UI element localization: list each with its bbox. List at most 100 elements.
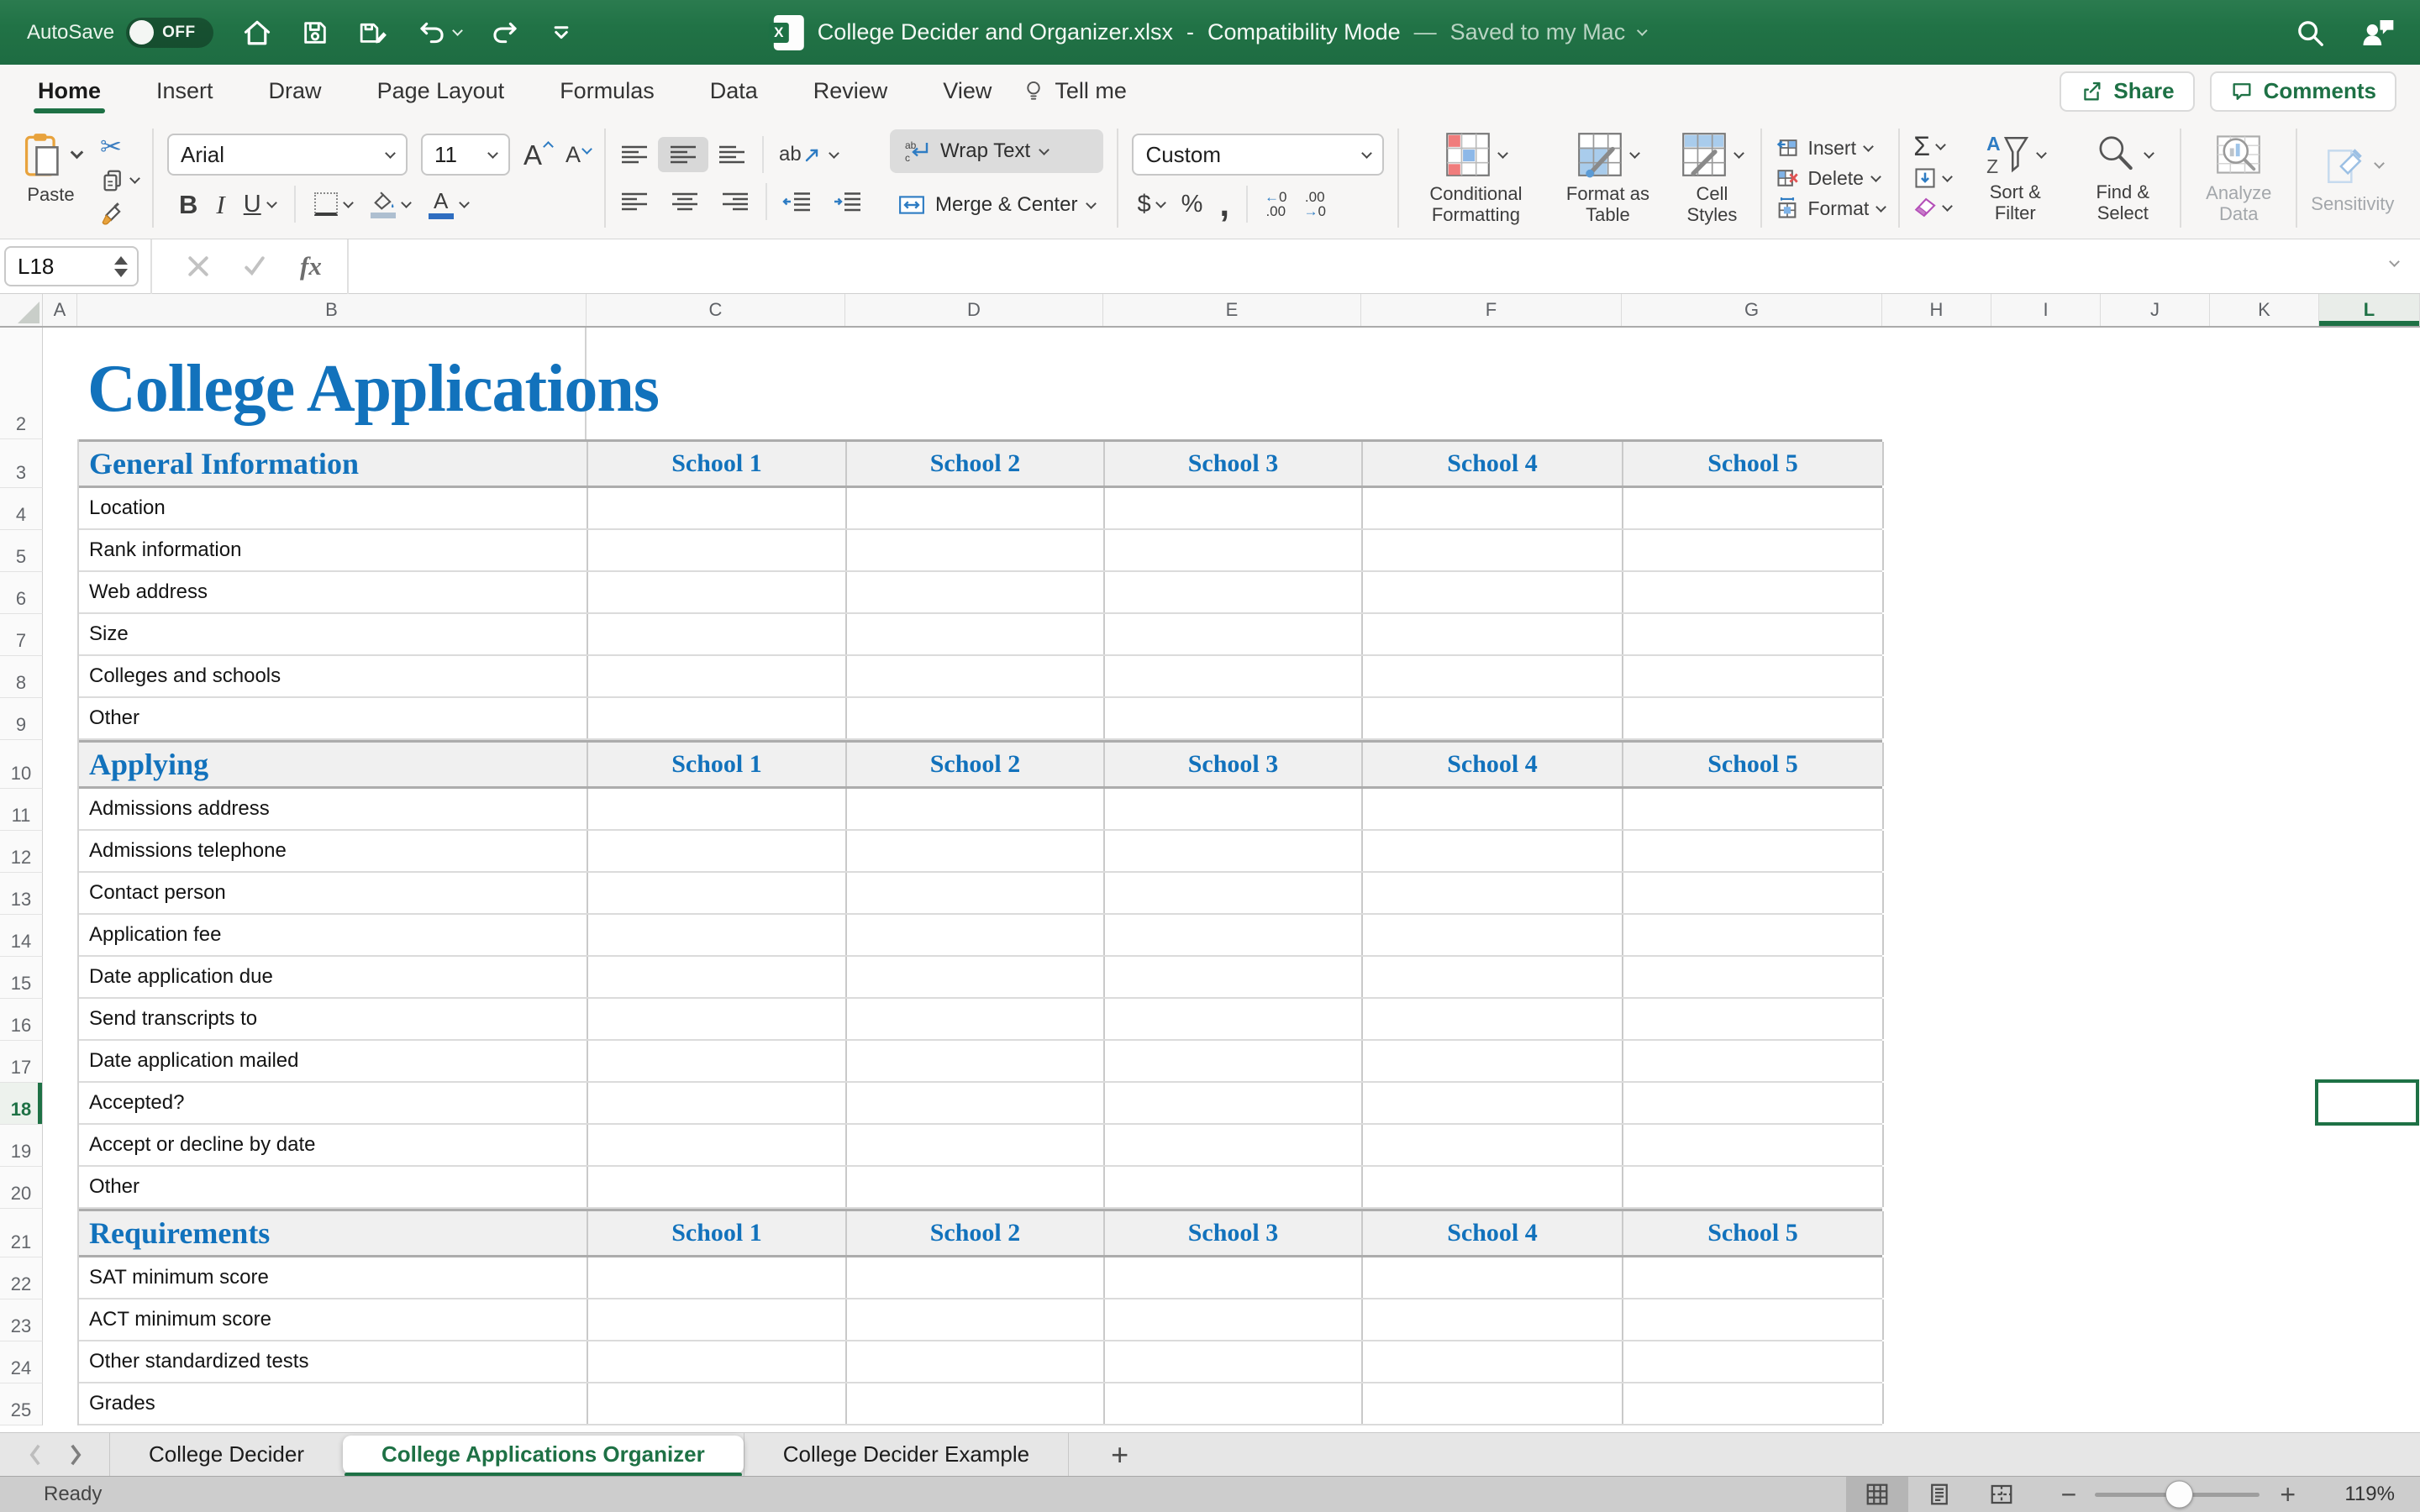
data-cell[interactable] bbox=[1363, 1125, 1623, 1165]
data-cell[interactable] bbox=[1105, 915, 1363, 955]
find-select-button[interactable]: Find & Select bbox=[2079, 133, 2166, 223]
number-format-select[interactable]: Custom bbox=[1132, 134, 1385, 176]
share-button[interactable]: Share bbox=[2060, 71, 2195, 112]
data-cell[interactable] bbox=[847, 1383, 1105, 1424]
fill-button[interactable] bbox=[1913, 167, 1954, 189]
page-layout-view-button[interactable] bbox=[1908, 1477, 1970, 1512]
analyze-data-button[interactable]: Analyze Data bbox=[2195, 132, 2282, 224]
align-middle-button[interactable] bbox=[658, 137, 709, 172]
data-cell[interactable] bbox=[1623, 789, 1884, 829]
data-cell[interactable] bbox=[847, 957, 1105, 997]
data-cell[interactable] bbox=[1623, 1167, 1884, 1207]
sensitivity-button[interactable]: Sensitivity bbox=[2311, 143, 2394, 214]
data-cell[interactable] bbox=[1363, 1383, 1623, 1424]
borders-button[interactable] bbox=[313, 192, 354, 216]
data-cell[interactable] bbox=[588, 1383, 847, 1424]
data-cell[interactable] bbox=[847, 530, 1105, 570]
row-header-5[interactable]: 5 bbox=[0, 530, 43, 572]
data-cell[interactable] bbox=[1363, 1341, 1623, 1382]
data-cell[interactable] bbox=[588, 1257, 847, 1298]
data-cell[interactable] bbox=[847, 698, 1105, 738]
data-cell[interactable] bbox=[1105, 1125, 1363, 1165]
selected-cell-L18[interactable] bbox=[2315, 1079, 2419, 1126]
data-cell[interactable] bbox=[1623, 614, 1884, 654]
align-right-icon[interactable] bbox=[720, 191, 750, 213]
data-cell[interactable] bbox=[1623, 873, 1884, 913]
clear-button[interactable] bbox=[1913, 197, 1954, 218]
data-cell[interactable] bbox=[1363, 614, 1623, 654]
data-cell[interactable] bbox=[588, 1041, 847, 1081]
data-cell[interactable] bbox=[588, 614, 847, 654]
data-cell[interactable] bbox=[588, 698, 847, 738]
column-header-B[interactable]: B bbox=[77, 294, 587, 326]
decrease-font-button[interactable]: A bbox=[566, 143, 592, 166]
data-cell[interactable] bbox=[1105, 572, 1363, 612]
name-box-stepper[interactable] bbox=[110, 255, 137, 277]
data-cell[interactable] bbox=[1105, 656, 1363, 696]
data-cell[interactable] bbox=[588, 1125, 847, 1165]
row-header-2[interactable]: 2 bbox=[0, 328, 43, 439]
underline-button[interactable]: U bbox=[244, 192, 277, 217]
cancel-icon[interactable] bbox=[187, 255, 209, 277]
row-header-21[interactable]: 21 bbox=[0, 1209, 43, 1257]
data-cell[interactable] bbox=[847, 789, 1105, 829]
data-cell[interactable] bbox=[1363, 656, 1623, 696]
ribbon-tab-data[interactable]: Data bbox=[682, 65, 786, 118]
data-cell[interactable] bbox=[1105, 873, 1363, 913]
data-cell[interactable] bbox=[1363, 1257, 1623, 1298]
data-cell[interactable] bbox=[1363, 1083, 1623, 1123]
column-header-E[interactable]: E bbox=[1103, 294, 1361, 326]
sort-filter-button[interactable]: A Z Sort & Filter bbox=[1971, 133, 2059, 223]
save-as-icon[interactable] bbox=[358, 18, 388, 47]
data-cell[interactable] bbox=[588, 873, 847, 913]
row-header-4[interactable]: 4 bbox=[0, 488, 43, 530]
wrap-text-button[interactable]: ab c Wrap Text bbox=[890, 129, 1104, 173]
data-cell[interactable] bbox=[1363, 1167, 1623, 1207]
column-header-F[interactable]: F bbox=[1361, 294, 1622, 326]
stepper-up-icon[interactable] bbox=[114, 255, 128, 265]
page-break-view-button[interactable] bbox=[1970, 1477, 2033, 1512]
ribbon-tab-page-layout[interactable]: Page Layout bbox=[350, 65, 533, 118]
data-cell[interactable] bbox=[847, 572, 1105, 612]
row-header-8[interactable]: 8 bbox=[0, 656, 43, 698]
data-cell[interactable] bbox=[1105, 530, 1363, 570]
data-cell[interactable] bbox=[588, 1341, 847, 1382]
ribbon-tab-home[interactable]: Home bbox=[10, 65, 129, 118]
data-cell[interactable] bbox=[847, 915, 1105, 955]
enter-icon[interactable] bbox=[243, 255, 266, 277]
data-cell[interactable] bbox=[847, 1257, 1105, 1298]
row-header-9[interactable]: 9 bbox=[0, 698, 43, 740]
autosave-toggle[interactable]: AutoSave OFF bbox=[27, 17, 214, 48]
data-cell[interactable] bbox=[847, 1041, 1105, 1081]
data-cell[interactable] bbox=[1105, 1257, 1363, 1298]
row-header-16[interactable]: 16 bbox=[0, 999, 43, 1041]
insert-function-button[interactable]: fx bbox=[300, 251, 322, 281]
data-cell[interactable] bbox=[1105, 1083, 1363, 1123]
data-cell[interactable] bbox=[1105, 1341, 1363, 1382]
column-header-K[interactable]: K bbox=[2210, 294, 2319, 326]
zoom-slider-thumb[interactable] bbox=[2165, 1480, 2194, 1509]
home-icon[interactable] bbox=[242, 18, 272, 48]
font-name-select[interactable]: Arial bbox=[167, 134, 408, 176]
data-cell[interactable] bbox=[588, 530, 847, 570]
add-sheet-button[interactable]: + bbox=[1097, 1439, 1142, 1470]
data-cell[interactable] bbox=[847, 656, 1105, 696]
paste-button[interactable]: Paste bbox=[20, 130, 84, 205]
format-as-table-button[interactable]: Format as Table bbox=[1560, 131, 1655, 225]
stepper-down-icon[interactable] bbox=[114, 268, 128, 277]
data-cell[interactable] bbox=[847, 1299, 1105, 1340]
row-header-14[interactable]: 14 bbox=[0, 915, 43, 957]
comments-button[interactable]: Comments bbox=[2209, 71, 2396, 112]
ribbon-tab-review[interactable]: Review bbox=[786, 65, 916, 118]
data-cell[interactable] bbox=[1363, 488, 1623, 528]
title-row[interactable]: College Applications bbox=[77, 328, 1882, 439]
data-cell[interactable] bbox=[1623, 999, 1884, 1039]
data-cell[interactable] bbox=[1623, 1083, 1884, 1123]
data-cell[interactable] bbox=[1623, 915, 1884, 955]
row-header-10[interactable]: 10 bbox=[0, 740, 43, 789]
zoom-slider[interactable] bbox=[2095, 1480, 2260, 1509]
data-cell[interactable] bbox=[1363, 530, 1623, 570]
sheet-title[interactable]: College Applications bbox=[87, 351, 660, 428]
data-cell[interactable] bbox=[1623, 698, 1884, 738]
data-cell[interactable] bbox=[1363, 1299, 1623, 1340]
